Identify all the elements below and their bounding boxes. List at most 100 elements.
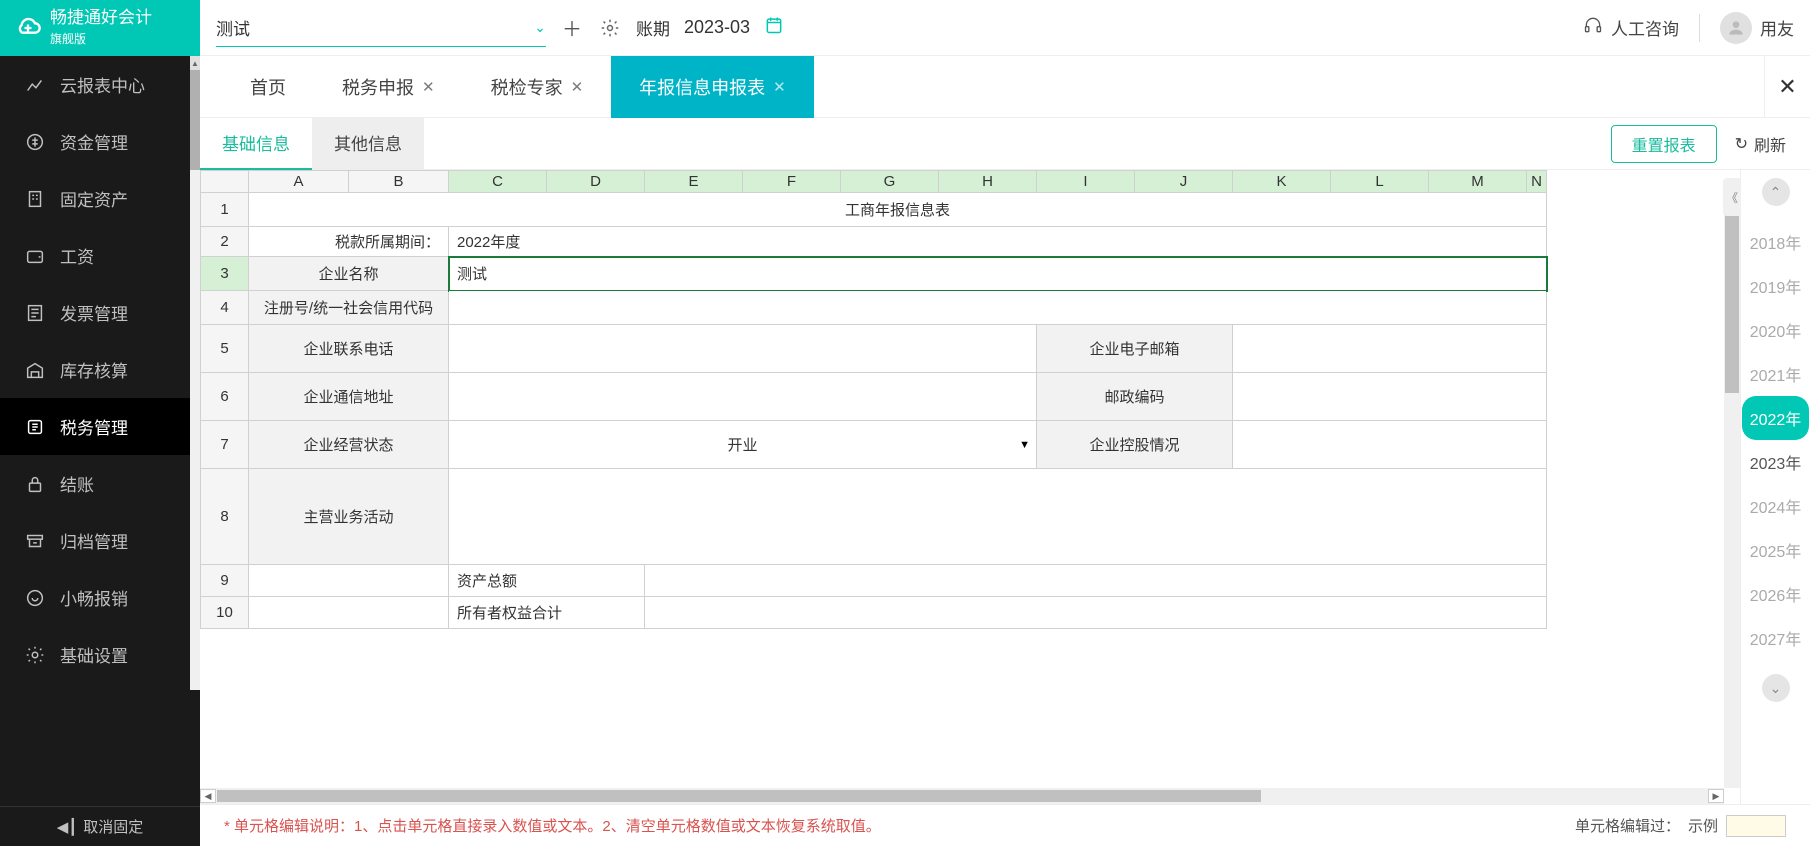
cell-label-status[interactable]: 企业经营状态: [249, 421, 449, 469]
company-select[interactable]: 测试 ⌄: [216, 9, 546, 47]
reset-report-button[interactable]: 重置报表: [1611, 125, 1717, 163]
settings-button[interactable]: [598, 16, 622, 40]
year-item[interactable]: 2023年: [1742, 440, 1810, 484]
brand-logo[interactable]: 畅捷通好会计 旗舰版: [0, 0, 200, 56]
year-item[interactable]: 2020年: [1742, 308, 1810, 352]
scroll-up-icon[interactable]: ▲: [190, 56, 200, 70]
cell-postcode[interactable]: [1233, 373, 1547, 421]
close-icon[interactable]: ✕: [773, 78, 786, 96]
year-item[interactable]: 2024年: [1742, 484, 1810, 528]
col-header[interactable]: I: [1037, 171, 1135, 193]
horizontal-scrollbar[interactable]: ◀ ▶: [200, 788, 1724, 804]
sidebar-unpin-button[interactable]: ◀┃ 取消固定: [0, 806, 200, 846]
cell-period-label[interactable]: 税款所属期间：: [249, 227, 449, 257]
calendar-icon[interactable]: [764, 15, 784, 40]
year-item[interactable]: 2025年: [1742, 528, 1810, 572]
sidebar-item-tax[interactable]: 税务管理: [0, 398, 200, 455]
year-item[interactable]: 2027年: [1742, 616, 1810, 660]
col-header[interactable]: G: [841, 171, 939, 193]
sidebar-item-expense[interactable]: 小畅报销: [0, 569, 200, 626]
spreadsheet[interactable]: A B C D E F G H I J K L M N: [200, 170, 1740, 804]
cell-equity[interactable]: [645, 597, 1547, 629]
cell-email[interactable]: [1233, 325, 1547, 373]
col-header[interactable]: D: [547, 171, 645, 193]
cell-regcode[interactable]: [449, 291, 1547, 325]
row-header[interactable]: 1: [201, 193, 249, 227]
tab-tax-expert[interactable]: 税检专家✕: [463, 56, 612, 118]
cell-label-company[interactable]: 企业名称: [249, 257, 449, 291]
cell-label-mainbiz[interactable]: 主营业务活动: [249, 469, 449, 565]
row-header[interactable]: 7: [201, 421, 249, 469]
close-all-tabs-button[interactable]: ✕: [1764, 56, 1810, 118]
row-header[interactable]: 9: [201, 565, 249, 597]
row-header[interactable]: 2: [201, 227, 249, 257]
year-item[interactable]: 2022年: [1742, 396, 1810, 440]
sidebar-item-closing[interactable]: 结账: [0, 455, 200, 512]
cell-phone[interactable]: [449, 325, 1037, 373]
col-header[interactable]: L: [1331, 171, 1429, 193]
scroll-thumb[interactable]: [217, 790, 1261, 802]
sidebar-item-settings[interactable]: 基础设置: [0, 626, 200, 683]
row-header[interactable]: 4: [201, 291, 249, 325]
row-header[interactable]: 3: [201, 257, 249, 291]
col-header[interactable]: B: [349, 171, 449, 193]
col-header[interactable]: N: [1527, 171, 1547, 193]
cell-label-equity[interactable]: 所有者权益合计: [449, 597, 645, 629]
sheet-corner[interactable]: [201, 171, 249, 193]
row-header[interactable]: 10: [201, 597, 249, 629]
sidebar-item-fixed-assets[interactable]: 固定资产: [0, 170, 200, 227]
user-menu[interactable]: 用友: [1720, 12, 1794, 44]
row-header[interactable]: 5: [201, 325, 249, 373]
year-item[interactable]: 2021年: [1742, 352, 1810, 396]
refresh-button[interactable]: ↻ 刷新: [1735, 132, 1786, 156]
cell-mainbiz[interactable]: [449, 469, 1547, 565]
year-item[interactable]: 2019年: [1742, 264, 1810, 308]
cell-assets[interactable]: [645, 565, 1547, 597]
col-header[interactable]: M: [1429, 171, 1527, 193]
col-header[interactable]: E: [645, 171, 743, 193]
scroll-thumb[interactable]: [190, 70, 200, 170]
sidebar-item-salary[interactable]: 工资: [0, 227, 200, 284]
cell-company-name[interactable]: 测试: [449, 257, 1547, 291]
support-button[interactable]: 人工咨询: [1583, 15, 1679, 40]
scroll-right-icon[interactable]: ▶: [1708, 789, 1724, 803]
tab-tax-declare[interactable]: 税务申报✕: [314, 56, 463, 118]
tab-home[interactable]: 首页: [222, 56, 314, 118]
col-header[interactable]: H: [939, 171, 1037, 193]
cell-holding[interactable]: [1233, 421, 1547, 469]
sidebar-item-funds[interactable]: 资金管理: [0, 113, 200, 170]
add-company-button[interactable]: ＋: [560, 16, 584, 40]
cell-address[interactable]: [449, 373, 1037, 421]
sidebar-item-invoice[interactable]: 发票管理: [0, 284, 200, 341]
cell-label-email[interactable]: 企业电子邮箱: [1037, 325, 1233, 373]
year-item[interactable]: 2018年: [1742, 220, 1810, 264]
collapse-panel-icon[interactable]: 《: [1723, 178, 1741, 216]
sub-tab-basic[interactable]: 基础信息: [200, 118, 312, 170]
sheet-title[interactable]: 工商年报信息表: [249, 193, 1547, 227]
sub-tab-other[interactable]: 其他信息: [312, 118, 424, 170]
cell-period-value[interactable]: 2022年度: [449, 227, 1547, 257]
close-icon[interactable]: ✕: [422, 78, 435, 96]
col-header[interactable]: A: [249, 171, 349, 193]
sidebar-item-inventory[interactable]: 库存核算: [0, 341, 200, 398]
year-item[interactable]: 2026年: [1742, 572, 1810, 616]
cell-blank[interactable]: [249, 565, 449, 597]
row-header[interactable]: 6: [201, 373, 249, 421]
col-header[interactable]: K: [1233, 171, 1331, 193]
cell-label-postcode[interactable]: 邮政编码: [1037, 373, 1233, 421]
tab-annual-report[interactable]: 年报信息申报表✕: [611, 56, 814, 118]
sidebar-item-archive[interactable]: 归档管理: [0, 512, 200, 569]
cell-label-address[interactable]: 企业通信地址: [249, 373, 449, 421]
col-header[interactable]: F: [743, 171, 841, 193]
col-header[interactable]: J: [1135, 171, 1233, 193]
sidebar-item-report-center[interactable]: 云报表中心: [0, 56, 200, 113]
row-header[interactable]: 8: [201, 469, 249, 565]
cell-blank[interactable]: [249, 597, 449, 629]
scroll-left-icon[interactable]: ◀: [200, 789, 216, 803]
cell-label-holding[interactable]: 企业控股情况: [1037, 421, 1233, 469]
sidebar-scrollbar[interactable]: ▲: [190, 56, 200, 690]
cell-label-regcode[interactable]: 注册号/统一社会信用代码: [249, 291, 449, 325]
vertical-scrollbar[interactable]: [1724, 192, 1740, 788]
cell-label-phone[interactable]: 企业联系电话: [249, 325, 449, 373]
year-collapse-up-icon[interactable]: ⌃: [1762, 178, 1790, 206]
